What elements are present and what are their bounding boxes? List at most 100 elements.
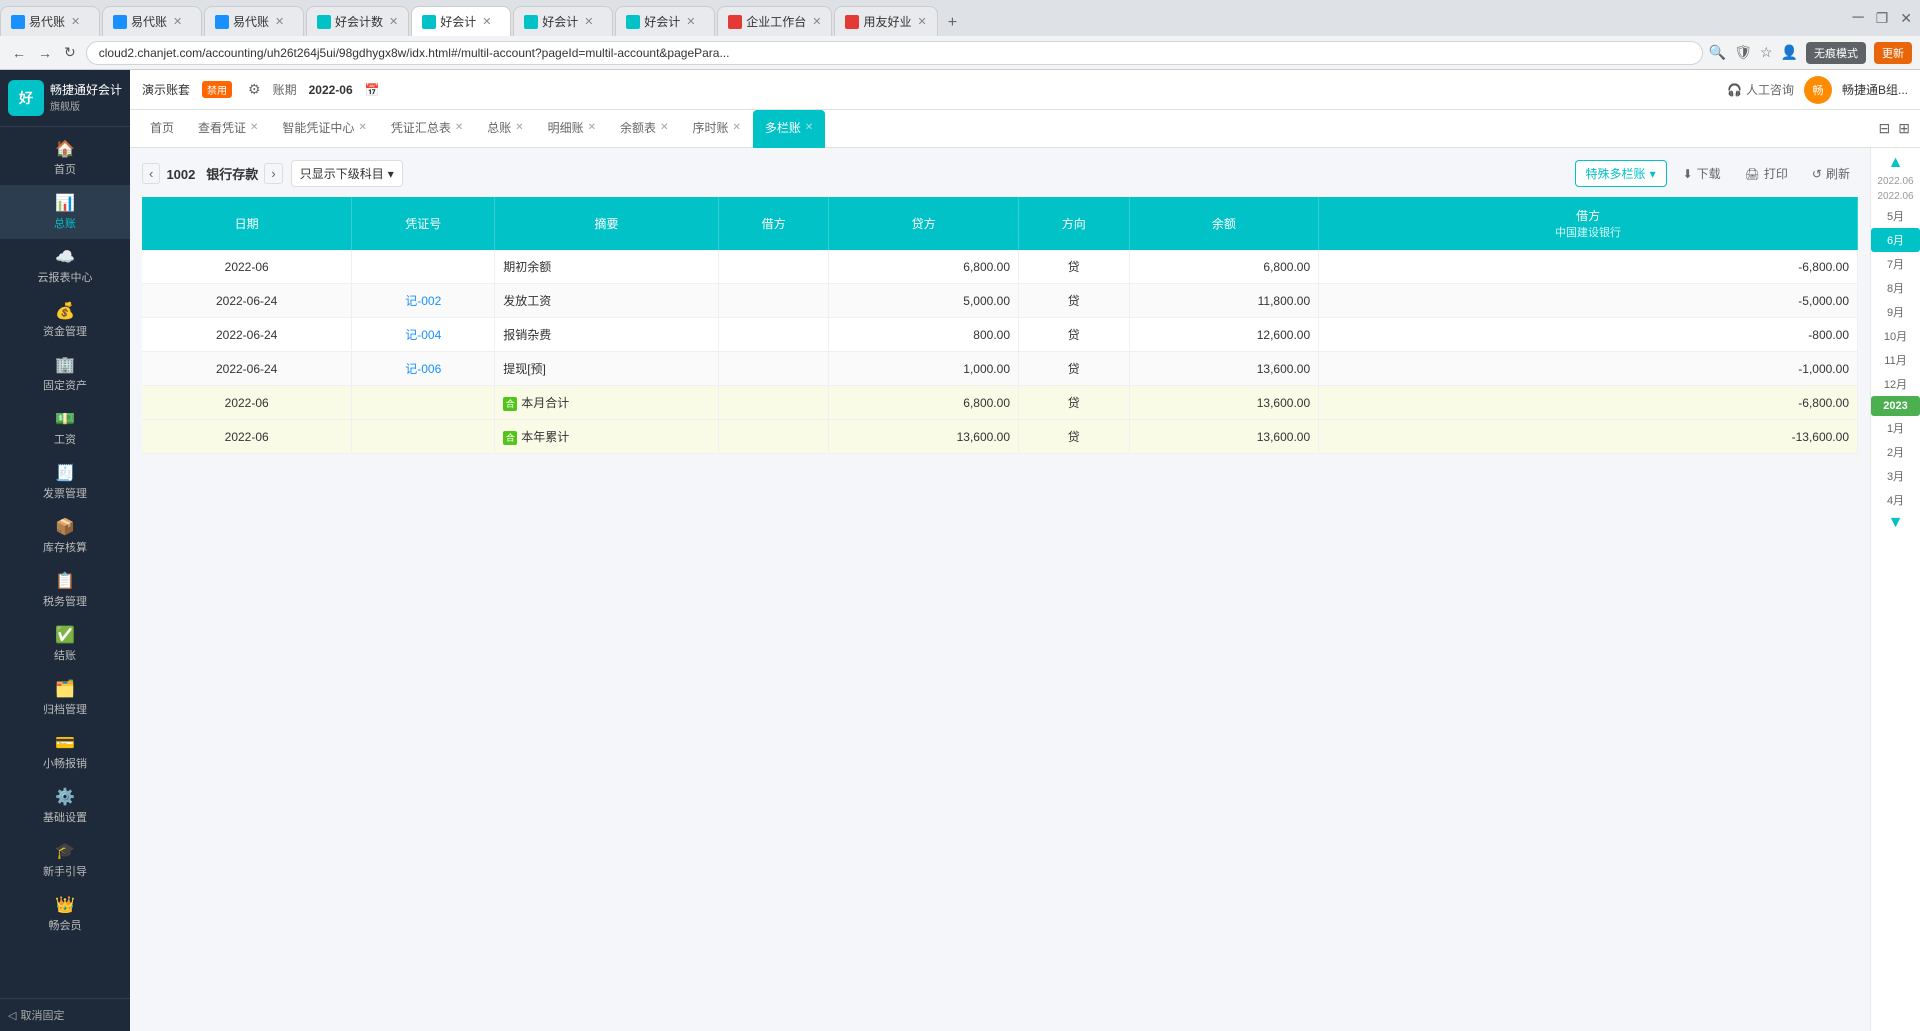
profile-icon[interactable]: 👤: [1781, 44, 1798, 61]
tab-multi-column[interactable]: 多栏账 ✕: [753, 110, 825, 148]
voucher-link[interactable]: 记-004: [405, 328, 441, 342]
browser-tab-7[interactable]: 企业工作台 ✕: [717, 6, 832, 36]
tab-close-balance[interactable]: ✕: [660, 122, 668, 133]
cell-direction: 贷: [1019, 386, 1130, 420]
sidebar-item-tax[interactable]: 📋 税务管理: [0, 563, 130, 617]
stealth-button[interactable]: 无痕模式: [1806, 42, 1866, 64]
timeline-month-10[interactable]: 10月: [1871, 324, 1920, 348]
cell-debit: [718, 318, 829, 352]
forward-button[interactable]: →: [34, 40, 56, 65]
prev-account-button[interactable]: ‹: [142, 163, 160, 184]
sidebar-item-fund[interactable]: 💰 资金管理: [0, 293, 130, 347]
calendar-icon[interactable]: 📅: [365, 83, 380, 97]
timeline-month-9[interactable]: 9月: [1871, 300, 1920, 324]
expand-icon[interactable]: ⊞: [1896, 118, 1912, 139]
address-input[interactable]: [86, 41, 1703, 65]
tab-smart-voucher[interactable]: 智能凭证中心 ✕: [270, 110, 378, 148]
print-button[interactable]: 🖨 打印: [1737, 161, 1796, 186]
tab-close-0[interactable]: ✕: [71, 15, 80, 28]
sidebar-item-reports[interactable]: ☁️ 云报表中心: [0, 239, 130, 293]
collapse-icon[interactable]: ⊟: [1877, 118, 1893, 139]
tab-close-5[interactable]: ✕: [584, 15, 593, 28]
pin-button[interactable]: ◁ 取消固定: [8, 1007, 122, 1023]
tab-close-smart[interactable]: ✕: [358, 122, 366, 133]
account-settings-icon[interactable]: ⚙: [248, 81, 261, 98]
browser-tab-8[interactable]: 用友好业 ✕: [834, 6, 937, 36]
tab-detail-ledger[interactable]: 明细账 ✕: [536, 110, 608, 148]
multi-column-button[interactable]: 特殊多栏账 ▾: [1575, 160, 1667, 187]
star-icon[interactable]: ☆: [1760, 44, 1773, 61]
tab-voucher-summary[interactable]: 凭证汇总表 ✕: [379, 110, 475, 148]
close-btn[interactable]: ✕: [1900, 10, 1912, 27]
tab-close-voucher[interactable]: ✕: [250, 122, 258, 133]
update-button[interactable]: 更新: [1874, 42, 1912, 64]
sidebar-item-invoice[interactable]: 🧾 发票管理: [0, 455, 130, 509]
sidebar-item-salary[interactable]: 💵 工资: [0, 401, 130, 455]
tab-home[interactable]: 首页: [138, 110, 186, 148]
timeline-month-12[interactable]: 12月: [1871, 372, 1920, 396]
timeline-month-1[interactable]: 1月: [1871, 416, 1920, 440]
minimize-btn[interactable]: ─: [1852, 9, 1863, 27]
search-icon[interactable]: 🔍: [1709, 44, 1726, 61]
browser-tab-6[interactable]: 好会计 ✕: [615, 6, 715, 36]
tab-close-detail[interactable]: ✕: [588, 122, 596, 133]
tab-close-2[interactable]: ✕: [275, 15, 284, 28]
tab-close-3[interactable]: ✕: [389, 15, 398, 28]
col-debit-header: 借方: [718, 197, 829, 250]
tab-sequence[interactable]: 序时账 ✕: [680, 110, 752, 148]
sidebar-item-home[interactable]: 🏠 首页: [0, 131, 130, 185]
sidebar-item-archive[interactable]: 🗂️ 归档管理: [0, 671, 130, 725]
tab-close-1[interactable]: ✕: [173, 15, 182, 28]
timeline-scroll-up[interactable]: ▲: [1886, 152, 1906, 174]
tab-close-6[interactable]: ✕: [686, 15, 695, 28]
tab-close-sequence[interactable]: ✕: [732, 122, 740, 133]
sidebar-item-guide[interactable]: 🎓 新手引导: [0, 833, 130, 887]
timeline-scroll-down[interactable]: ▼: [1886, 512, 1906, 534]
sidebar-item-settings[interactable]: ⚙️ 基础设置: [0, 779, 130, 833]
browser-tab-2[interactable]: 易代账 ✕: [204, 6, 304, 36]
timeline-month-4[interactable]: 4月: [1871, 488, 1920, 512]
tab-balance[interactable]: 余额表 ✕: [608, 110, 680, 148]
timeline-month-3[interactable]: 3月: [1871, 464, 1920, 488]
download-button[interactable]: ⬇ 下载: [1675, 161, 1729, 186]
timeline-month-11[interactable]: 11月: [1871, 348, 1920, 372]
sidebar-item-assets[interactable]: 🏢 固定资产: [0, 347, 130, 401]
browser-tab-1[interactable]: 易代账 ✕: [102, 6, 202, 36]
reload-button[interactable]: ↻: [60, 40, 80, 65]
tab-close-7[interactable]: ✕: [812, 15, 821, 28]
tab-general-ledger[interactable]: 总账 ✕: [475, 110, 535, 148]
browser-tab-0[interactable]: 易代账 ✕: [0, 6, 100, 36]
timeline-year-2023-label: 2023: [1871, 396, 1920, 416]
consult-button[interactable]: 🎧 人工咨询: [1727, 81, 1794, 98]
sidebar-item-label-invoice: 发票管理: [43, 485, 87, 501]
voucher-link[interactable]: 记-006: [405, 362, 441, 376]
voucher-link[interactable]: 记-002: [405, 294, 441, 308]
back-button[interactable]: ←: [8, 40, 30, 65]
timeline-month-6[interactable]: 6月: [1871, 228, 1920, 252]
filter-dropdown[interactable]: 只显示下级科目 ▾: [291, 160, 403, 187]
col-summary-header: 摘要: [495, 197, 719, 250]
sidebar-item-member[interactable]: 👑 畅会员: [0, 887, 130, 941]
sidebar-item-expense[interactable]: 💳 小畅报销: [0, 725, 130, 779]
timeline-month-8[interactable]: 8月: [1871, 276, 1920, 300]
tab-add-button[interactable]: +: [940, 10, 965, 36]
sidebar-item-close[interactable]: ✅ 结账: [0, 617, 130, 671]
tab-close-4[interactable]: ✕: [482, 15, 491, 28]
next-account-button[interactable]: ›: [264, 163, 282, 184]
timeline-month-7[interactable]: 7月: [1871, 252, 1920, 276]
timeline-month-5[interactable]: 5月: [1871, 204, 1920, 228]
timeline-month-2[interactable]: 2月: [1871, 440, 1920, 464]
tab-close-multi[interactable]: ✕: [805, 122, 813, 133]
maximize-btn[interactable]: ❐: [1876, 10, 1889, 27]
tab-close-general[interactable]: ✕: [515, 122, 523, 133]
refresh-button[interactable]: ↺ 刷新: [1804, 161, 1858, 186]
browser-tab-4[interactable]: 好会计 ✕: [411, 6, 511, 36]
tab-voucher-view[interactable]: 查看凭证 ✕: [186, 110, 270, 148]
sidebar-item-ledger[interactable]: 📊 总账: [0, 185, 130, 239]
browser-tab-3[interactable]: 好会计数 ✕: [306, 6, 409, 36]
tab-close-8[interactable]: ✕: [917, 15, 926, 28]
cell-col-value: -1,000.00: [1319, 352, 1858, 386]
tab-close-summary[interactable]: ✕: [455, 122, 463, 133]
sidebar-item-inventory[interactable]: 📦 库存核算: [0, 509, 130, 563]
browser-tab-5[interactable]: 好会计 ✕: [513, 6, 613, 36]
